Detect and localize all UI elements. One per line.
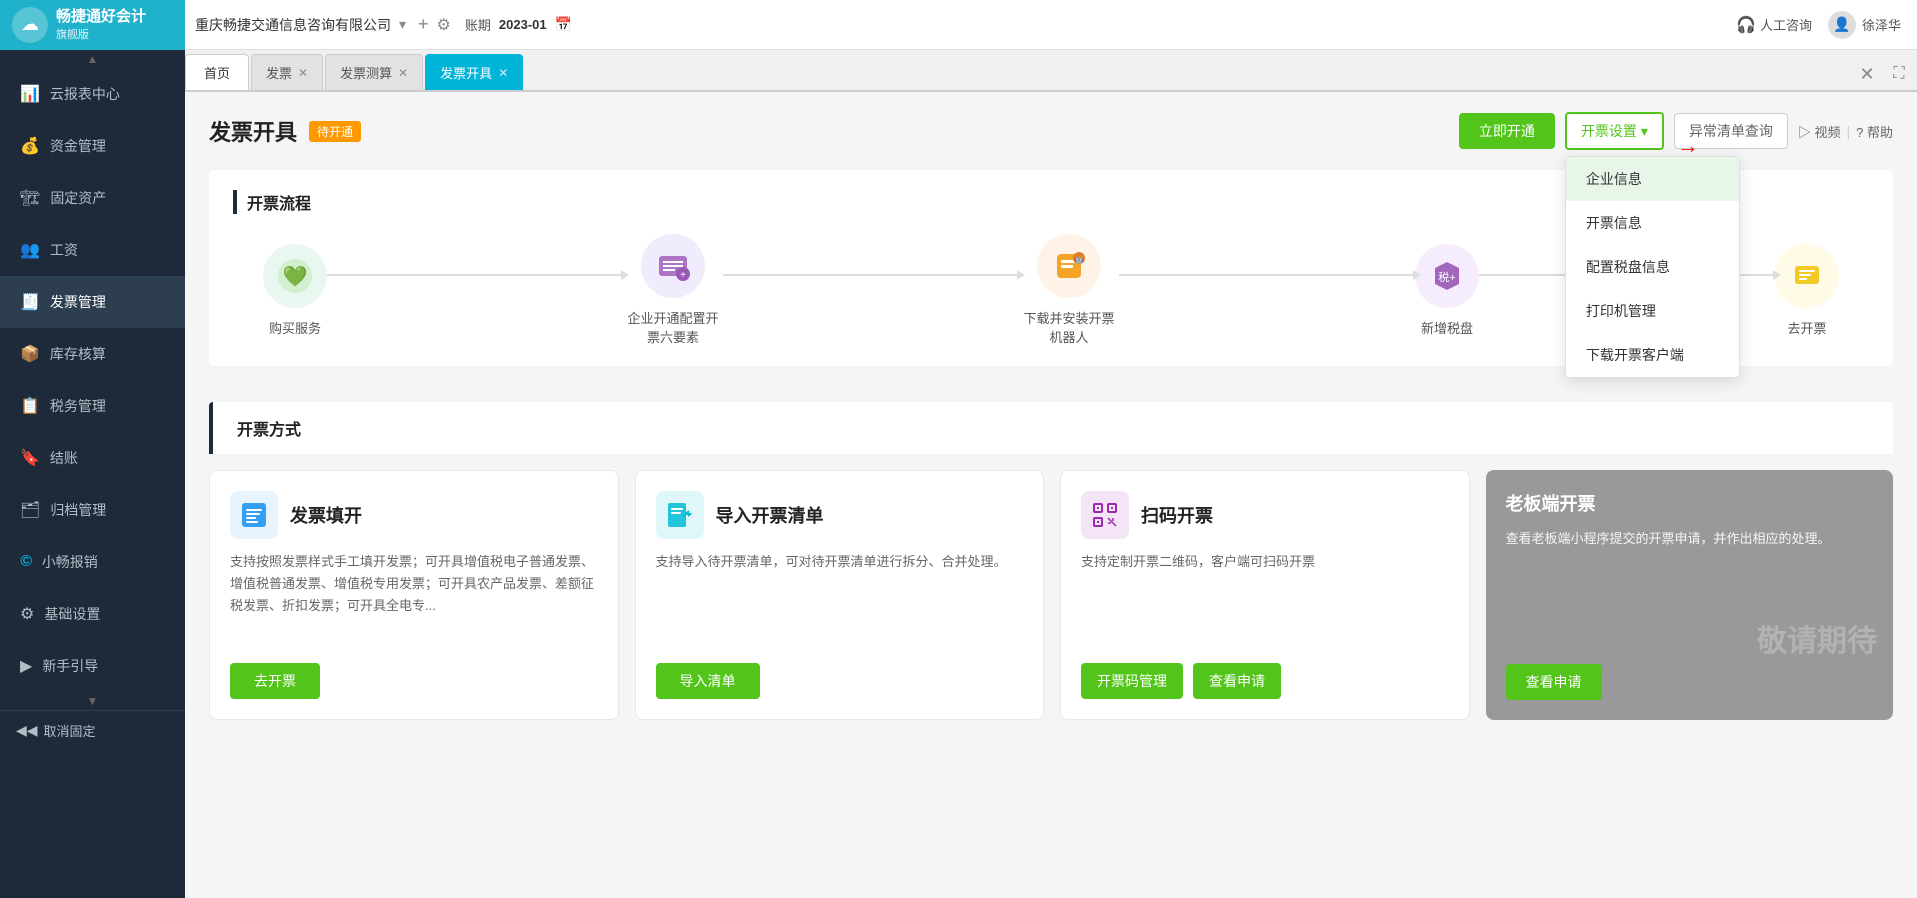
period-value: 2023-01 [499,17,547,32]
page-title: 发票开具 [209,115,297,147]
user-name: 徐泽华 [1862,15,1901,34]
sidebar-item-shuiwu[interactable]: 📋 税务管理 [0,380,185,432]
kucun-icon: 📦 [20,344,40,364]
tab-fapiaocesuan[interactable]: 发票测算 ✕ [325,54,423,90]
sidebar-item-jichu[interactable]: ⚙ 基础设置 [0,588,185,640]
gongzi-icon: 👥 [20,240,40,260]
dropdown-item-download[interactable]: 下载开票客户端 [1566,333,1739,377]
step5-label: 去开票 [1787,318,1826,337]
app-sub: 旗舰版 [56,26,146,42]
import-title: 导入开票清单 [716,502,824,528]
user-profile[interactable]: 👤 徐泽华 [1828,11,1901,39]
gudingzichan-icon: 🏗 [20,188,40,208]
method-card-boss: 老板端开票 查看老板端小程序提交的开票申请，并作出相应的处理。 敬请期待 查看申… [1486,470,1894,720]
app-title: 畅捷通好会计 [56,7,146,27]
svg-text:💚: 💚 [283,265,308,288]
fill-btn[interactable]: 去开票 [230,663,320,699]
calendar-icon[interactable]: 📅 [555,16,572,33]
xinshou-icon: ▶ [20,656,32,676]
guidang-icon: 🗂 [20,500,40,520]
tab-fapiao[interactable]: 发票 ✕ [251,54,323,90]
sidebar-item-xiaochangbaoxiao[interactable]: © 小畅报销 [0,536,185,588]
boss-overlay-text: 敬请期待 [1757,616,1877,660]
scan-title: 扫码开票 [1141,502,1213,528]
dropdown-item-enterprise[interactable]: 企业信息 [1566,157,1739,201]
dropdown-item-taxdisk[interactable]: 配置税盘信息 [1566,245,1739,289]
step4-label: 新增税盘 [1421,318,1473,337]
scan-icon [1081,491,1129,539]
sidebar-item-zijin[interactable]: 💰 资金管理 [0,120,185,172]
video-btn[interactable]: ▷ 视频 [1798,122,1841,141]
step2-label: 企业开通配置开票六要素 [623,308,723,346]
app-logo-icon: ☁ [12,7,48,43]
jiezhang-icon: 🔖 [20,448,40,468]
add-company-icon[interactable]: + [418,14,429,35]
company-name[interactable]: 重庆畅捷交通信息咨询有限公司 [195,15,391,35]
sidebar-item-gongzi[interactable]: 👥 工资 [0,224,185,276]
customer-service-btn[interactable]: 🎧 人工咨询 [1736,15,1812,35]
tab-fapiaokaju[interactable]: 发票开具 ✕ [425,54,523,90]
method-card-import: 导入开票清单 支持导入待开票清单，可对待开票清单进行拆分、合并处理。 导入清单 [635,470,1045,720]
status-badge: 待开通 [309,121,361,142]
step1-label: 购买服务 [269,318,321,337]
zijin-icon: 💰 [20,136,40,156]
sidebar-item-guidang[interactable]: 🗂 归档管理 [0,484,185,536]
boss-title: 老板端开票 [1506,490,1874,516]
sidebar-item-kucun[interactable]: 📦 库存核算 [0,328,185,380]
import-desc: 支持导入待开票清单，可对待开票清单进行拆分、合并处理。 [656,551,1024,651]
sidebar-item-fapiao[interactable]: 🧾 发票管理 [0,276,185,328]
tab-kaiju-close[interactable]: ✕ [498,66,508,80]
period-label: 账期 [465,15,491,34]
svg-text:+: + [680,270,686,281]
sidebar-item-xinshou[interactable]: ▶ 新手引导 [0,640,185,692]
settings-btn[interactable]: 开票设置 ▾ [1565,112,1664,150]
dropdown-item-invoice-info[interactable]: 开票信息 [1566,201,1739,245]
fill-icon [230,491,278,539]
scan-apply-btn[interactable]: 查看申请 [1193,663,1281,699]
tab-home[interactable]: 首页 [185,54,249,90]
sidebar-item-gudingzichan[interactable]: 🏗 固定资产 [0,172,185,224]
jichu-icon: ⚙ [20,604,34,624]
fill-title: 发票填开 [290,502,362,528]
import-btn[interactable]: 导入清单 [656,663,760,699]
sidebar-scroll-up[interactable]: ▲ [0,50,185,68]
scan-qr-btn[interactable]: 开票码管理 [1081,663,1183,699]
company-dropdown-icon[interactable]: ▾ [399,16,406,33]
boss-btn[interactable]: 查看申请 [1506,664,1602,700]
cancel-icon: ◀◀ [16,722,38,739]
svg-text:🤖: 🤖 [1074,254,1084,264]
svg-text:税+: 税+ [1438,269,1455,283]
methods-section-title: 开票方式 [209,402,1893,454]
method-card-scan: 扫码开票 支持定制开票二维码，客户端可扫码开票 开票码管理 查看申请 [1060,470,1470,720]
dropdown-item-printer[interactable]: 打印机管理 [1566,289,1739,333]
window-close-btn[interactable]: ✕ [1853,60,1881,88]
method-card-fill: 发票填开 支持按照发票样式手工填开发票；可开具增值税电子普通发票、增值税普通发票… [209,470,619,720]
yunbao-icon: 📊 [20,84,40,104]
red-arrow: → [1677,133,1699,159]
xiaochangbaoxiao-icon: © [20,553,32,571]
tab-fapiao-close[interactable]: ✕ [298,66,308,80]
activate-btn[interactable]: 立即开通 [1459,113,1555,149]
settings-dropdown-arrow: ▾ [1641,123,1648,140]
sidebar-scroll-down[interactable]: ▼ [0,692,185,710]
shuiwu-icon: 📋 [20,396,40,416]
step3-label: 下载并安装开票机器人 [1019,308,1119,346]
sidebar-item-yunbao[interactable]: 📊 云报表中心 [0,68,185,120]
fill-desc: 支持按照发票样式手工填开发票；可开具增值税电子普通发票、增值税普通发票、增值税专… [230,551,598,651]
fapiao-icon: 🧾 [20,292,40,312]
sidebar-cancel-btn[interactable]: ◀◀ 取消固定 [0,710,185,750]
settings-icon[interactable]: ⚙ [437,15,451,35]
window-maximize-btn[interactable]: ⛶ [1885,60,1913,88]
help-btn[interactable]: ? 帮助 [1856,122,1893,141]
tab-cesuan-close[interactable]: ✕ [398,66,408,80]
settings-dropdown: → 企业信息 开票信息 配置税盘信息 打印机管理 [1565,156,1740,378]
headset-icon: 🎧 [1736,15,1756,35]
import-icon [656,491,704,539]
scan-desc: 支持定制开票二维码，客户端可扫码开票 [1081,551,1449,651]
sidebar-item-jiezhang[interactable]: 🔖 结账 [0,432,185,484]
user-avatar-icon: 👤 [1828,11,1856,39]
